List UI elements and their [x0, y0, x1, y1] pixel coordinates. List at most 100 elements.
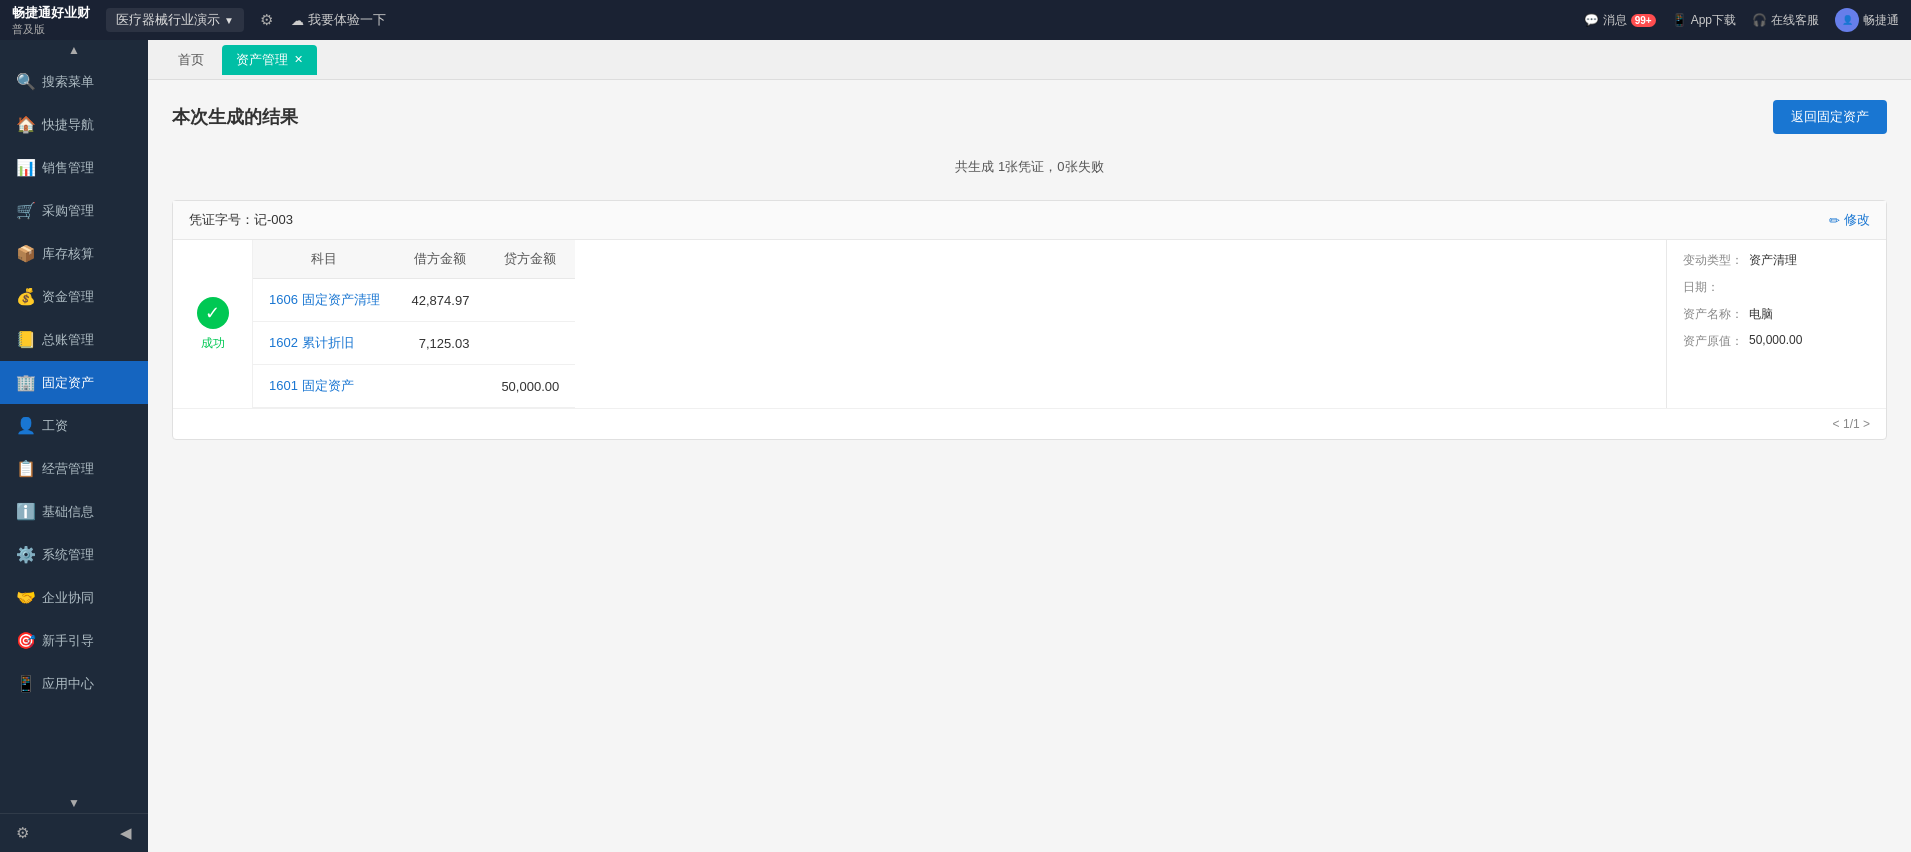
voucher-table-container: 科目 借方金额 贷方金额 1606 固定资产清理: [253, 240, 1666, 408]
inventory-icon: 📦: [16, 244, 34, 263]
col-debit: 借方金额: [396, 240, 486, 279]
account-1606: 1606 固定资产清理: [253, 279, 396, 322]
sidebar-item-basic-info[interactable]: ℹ️ 基础信息: [0, 490, 148, 533]
sidebar-item-system[interactable]: ⚙️ 系统管理: [0, 533, 148, 576]
sidebar-item-quick-nav[interactable]: 🏠 快捷导航: [0, 103, 148, 146]
sidebar-item-guide[interactable]: 🎯 新手引导: [0, 619, 148, 662]
sidebar-item-funds[interactable]: 💰 资金管理: [0, 275, 148, 318]
asset-name-row: 资产名称： 电脑: [1683, 306, 1870, 323]
tab-home[interactable]: 首页: [164, 45, 218, 75]
headset-icon: 🎧: [1752, 13, 1767, 27]
voucher-block: 凭证字号：记-003 ✏ 修改 ✓ 成功: [172, 200, 1887, 440]
table-row: 1601 固定资产 50,000.00: [253, 365, 575, 408]
guide-icon: 🎯: [16, 631, 34, 650]
sidebar-item-sales[interactable]: 📊 销售管理: [0, 146, 148, 189]
voucher-number: 凭证字号：记-003: [189, 211, 293, 229]
user-profile[interactable]: 👤 畅捷通: [1835, 8, 1899, 32]
pagination: < 1/1 >: [173, 408, 1886, 439]
sidebar-item-search[interactable]: 🔍 搜索菜单: [0, 60, 148, 103]
bottom-settings-icon[interactable]: ⚙: [16, 824, 29, 842]
pagination-next[interactable]: >: [1863, 417, 1870, 431]
success-icon: ✓: [197, 297, 229, 329]
home-icon: 🏠: [16, 115, 34, 134]
asset-name-value: 电脑: [1749, 306, 1773, 323]
edition-label: 普及版: [12, 22, 90, 37]
sidebar-item-app-center[interactable]: 📱 应用中心: [0, 662, 148, 705]
search-icon: 🔍: [16, 72, 34, 91]
ledger-icon: 📒: [16, 330, 34, 349]
change-type-row: 变动类型： 资产清理: [1683, 252, 1870, 269]
sidebar-item-ledger[interactable]: 📒 总账管理: [0, 318, 148, 361]
purchase-icon: 🛒: [16, 201, 34, 220]
page-title: 本次生成的结果: [172, 105, 298, 129]
tab-home-label: 首页: [178, 51, 204, 69]
app-download-button[interactable]: 📱 App下载: [1672, 12, 1736, 29]
info-icon: ℹ️: [16, 502, 34, 521]
company-name: 医疗器械行业演示: [116, 11, 220, 29]
page-content: 本次生成的结果 返回固定资产 共生成 1张凭证，0张失败 凭证字号：记-003 …: [148, 80, 1911, 852]
pagination-prev[interactable]: <: [1833, 417, 1840, 431]
tab-close-icon[interactable]: ✕: [294, 53, 303, 66]
tab-bar: 首页 资产管理 ✕: [148, 40, 1911, 80]
header-right: 💬 消息 99+ 📱 App下载 🎧 在线客服 👤 畅捷通: [1584, 8, 1899, 32]
trial-button[interactable]: ☁ 我要体验一下: [291, 11, 386, 29]
sidebar-bottom: ⚙ ◀: [0, 813, 148, 852]
system-icon: ⚙️: [16, 545, 34, 564]
asset-original-value-value: 50,000.00: [1749, 333, 1802, 350]
sidebar-item-purchase[interactable]: 🛒 采购管理: [0, 189, 148, 232]
sidebar-scroll-up[interactable]: ▲: [0, 40, 148, 60]
content-area: 首页 资产管理 ✕ 本次生成的结果 返回固定资产 共生成 1张凭证，0张失败 凭…: [148, 40, 1911, 852]
asset-original-value-row: 资产原值： 50,000.00: [1683, 333, 1870, 350]
account-link-1606[interactable]: 1606 固定资产清理: [269, 292, 380, 307]
edit-button[interactable]: ✏ 修改: [1829, 211, 1870, 229]
sidebar-scroll-down[interactable]: ▼: [0, 793, 148, 813]
mobile-icon: 📱: [1672, 13, 1687, 27]
chevron-down-icon: ▼: [224, 15, 234, 26]
return-button[interactable]: 返回固定资产: [1773, 100, 1887, 134]
settings-icon[interactable]: ⚙: [260, 11, 273, 29]
funds-icon: 💰: [16, 287, 34, 306]
voucher-body: ✓ 成功 科目 借方金额 贷方金额: [173, 240, 1886, 408]
change-type-label: 变动类型：: [1683, 252, 1743, 269]
app-center-icon: 📱: [16, 674, 34, 693]
edit-icon: ✏: [1829, 213, 1840, 228]
result-summary: 共生成 1张凭证，0张失败: [172, 150, 1887, 184]
success-label: 成功: [201, 335, 225, 352]
date-row: 日期：: [1683, 279, 1870, 296]
asset-original-value-label: 资产原值：: [1683, 333, 1743, 350]
header-left: 畅捷通好业财 普及版 医疗器械行业演示 ▼ ⚙ ☁ 我要体验一下: [12, 4, 386, 37]
operations-icon: 📋: [16, 459, 34, 478]
debit-1602: 7,125.03: [396, 322, 486, 365]
sidebar-item-inventory[interactable]: 📦 库存核算: [0, 232, 148, 275]
sidebar-nav: 🔍 搜索菜单 🏠 快捷导航 📊 销售管理 🛒 采购管理 📦 库存核算 💰: [0, 60, 148, 793]
voucher-main: 科目 借方金额 贷方金额 1606 固定资产清理: [253, 240, 1886, 408]
table-row: 1602 累计折旧 7,125.03: [253, 322, 575, 365]
sidebar-item-payroll[interactable]: 👤 工资: [0, 404, 148, 447]
change-type-value: 资产清理: [1749, 252, 1797, 269]
col-credit: 贷方金额: [485, 240, 575, 279]
page-header: 本次生成的结果 返回固定资产: [172, 100, 1887, 134]
debit-1606: 42,874.97: [396, 279, 486, 322]
account-link-1602[interactable]: 1602 累计折旧: [269, 335, 354, 350]
bottom-collapse-icon[interactable]: ◀: [120, 824, 132, 842]
message-badge: 99+: [1631, 14, 1656, 27]
online-service-button[interactable]: 🎧 在线客服: [1752, 12, 1819, 29]
sidebar-item-operations[interactable]: 📋 经营管理: [0, 447, 148, 490]
asset-name-label: 资产名称：: [1683, 306, 1743, 323]
account-1602: 1602 累计折旧: [253, 322, 396, 365]
top-header: 畅捷通好业财 普及版 医疗器械行业演示 ▼ ⚙ ☁ 我要体验一下 💬 消息 99…: [0, 0, 1911, 40]
account-link-1601[interactable]: 1601 固定资产: [269, 378, 354, 393]
enterprise-icon: 🤝: [16, 588, 34, 607]
payroll-icon: 👤: [16, 416, 34, 435]
sidebar-item-enterprise[interactable]: 🤝 企业协同: [0, 576, 148, 619]
sidebar-item-fixed-assets[interactable]: 🏢 固定资产: [0, 361, 148, 404]
message-button[interactable]: 💬 消息 99+: [1584, 12, 1656, 29]
voucher-header: 凭证字号：记-003 ✏ 修改: [173, 201, 1886, 240]
company-selector[interactable]: 医疗器械行业演示 ▼: [106, 8, 244, 32]
avatar: 👤: [1835, 8, 1859, 32]
tab-asset-management[interactable]: 资产管理 ✕: [222, 45, 317, 75]
fixed-assets-icon: 🏢: [16, 373, 34, 392]
table-row: 1606 固定资产清理 42,874.97: [253, 279, 575, 322]
info-panel: 变动类型： 资产清理 日期： 资产名称： 电脑: [1666, 240, 1886, 408]
cloud-icon: ☁: [291, 13, 304, 28]
